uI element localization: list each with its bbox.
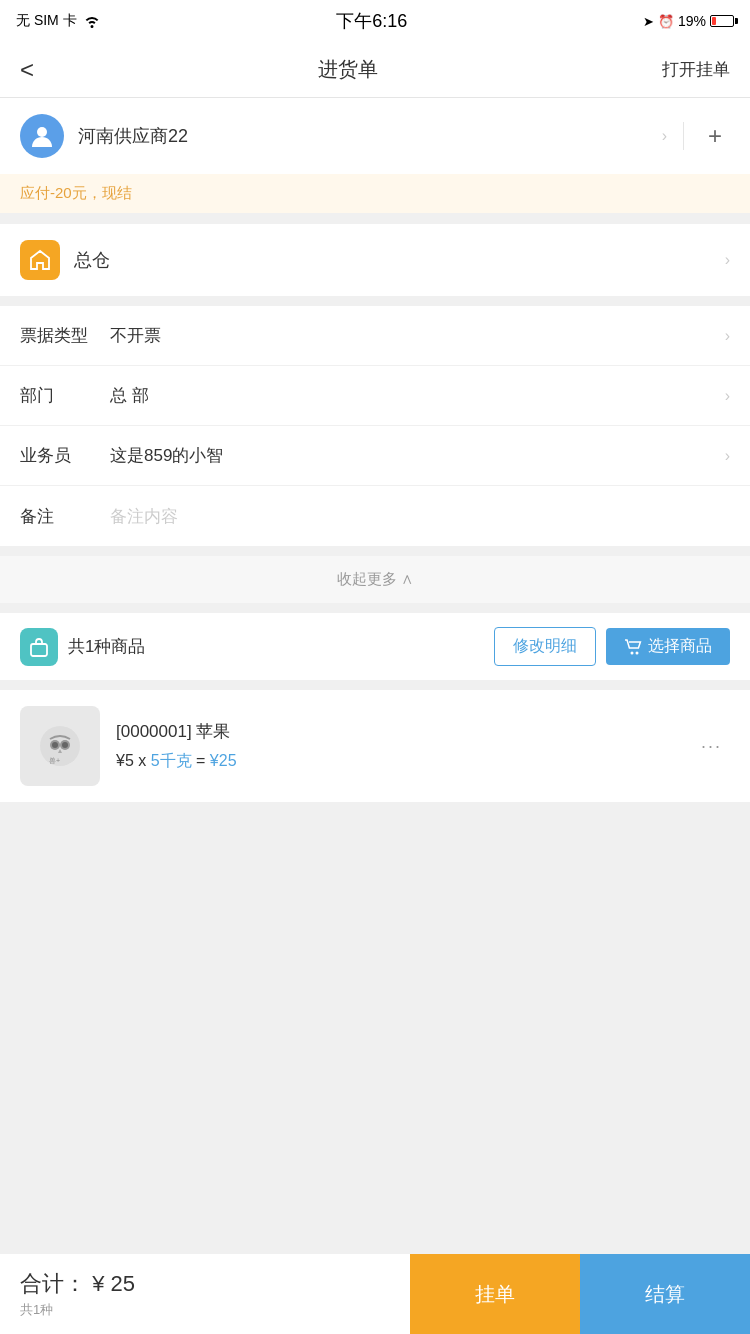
open-hang-button[interactable]: 打开挂单: [662, 58, 730, 81]
supplier-row[interactable]: 河南供应商22 › +: [0, 98, 750, 174]
invoice-value: 不开票: [110, 324, 725, 347]
remark-placeholder[interactable]: 备注内容: [110, 505, 730, 528]
svg-text:兽+: 兽+: [49, 757, 60, 764]
warehouse-row[interactable]: 总仓 ›: [0, 223, 750, 296]
product-more-button[interactable]: ···: [693, 732, 730, 761]
total-amount: 合计： ¥ 25: [20, 1269, 390, 1299]
status-time: 下午6:16: [336, 9, 407, 33]
bottom-spacer: [0, 802, 750, 882]
product-price: ¥5 x 5千克 = ¥25: [116, 751, 677, 772]
svg-point-3: [636, 651, 639, 654]
staff-label: 业务员: [20, 444, 110, 467]
staff-value: 这是859的小智: [110, 444, 725, 467]
select-product-button[interactable]: 选择商品: [606, 628, 730, 665]
staff-row[interactable]: 业务员 这是859的小智 ›: [0, 426, 750, 486]
invoice-label: 票据类型: [20, 324, 110, 347]
supplier-section: 河南供应商22 › + 应付-20元，现结: [0, 98, 750, 213]
remark-label: 备注: [20, 505, 110, 528]
bag-icon: [28, 636, 50, 658]
form-section: 票据类型 不开票 › 部门 总 部 › 业务员 这是859的小智 › 备注 备注…: [0, 306, 750, 546]
status-bar: 无 SIM 卡 下午6:16 ➤ ⏰ 19%: [0, 0, 750, 42]
warehouse-section: 总仓 ›: [0, 223, 750, 296]
product-thumbnail: 兽+: [20, 706, 100, 786]
location-icon: ➤: [643, 14, 654, 29]
remark-row[interactable]: 备注 备注内容: [0, 486, 750, 546]
dept-value: 总 部: [110, 384, 725, 407]
owl-logo: 兽+: [35, 721, 85, 771]
total-section: 合计： ¥ 25 共1种: [0, 1254, 410, 1334]
add-supplier-button[interactable]: +: [700, 118, 730, 154]
notice-bar: 应付-20元，现结: [0, 174, 750, 213]
products-icon: [20, 628, 58, 666]
product-info: [0000001] 苹果 ¥5 x 5千克 = ¥25: [116, 720, 677, 772]
home-icon: [29, 249, 51, 271]
page-title: 进货单: [318, 56, 378, 83]
collapse-bar[interactable]: 收起更多 ∧: [0, 556, 750, 603]
svg-rect-1: [31, 644, 47, 656]
dept-label: 部门: [20, 384, 110, 407]
dept-row[interactable]: 部门 总 部 ›: [0, 366, 750, 426]
warehouse-name: 总仓: [74, 248, 725, 272]
chevron-right-icon: ›: [725, 327, 730, 345]
vertical-divider: [683, 122, 684, 150]
status-carrier: 无 SIM 卡: [16, 12, 101, 30]
edit-detail-button[interactable]: 修改明细: [494, 627, 596, 666]
checkout-button[interactable]: 结算: [580, 1254, 750, 1334]
back-button[interactable]: <: [20, 56, 34, 84]
total-count: 共1种: [20, 1301, 390, 1319]
supplier-name: 河南供应商22: [78, 124, 662, 148]
status-right: ➤ ⏰ 19%: [643, 13, 734, 29]
notice-text: 应付-20元，现结: [20, 184, 132, 201]
products-count: 共1种商品: [68, 635, 484, 658]
bottom-bar: 合计： ¥ 25 共1种 挂单 结算: [0, 1254, 750, 1334]
nav-bar: < 进货单 打开挂单: [0, 42, 750, 98]
chevron-right-icon: ›: [725, 447, 730, 465]
battery-icon: [710, 15, 734, 27]
product-item: 兽+ [0000001] 苹果 ¥5 x 5千克 = ¥25 ···: [0, 690, 750, 802]
warehouse-icon: [20, 240, 60, 280]
alarm-icon: ⏰: [658, 14, 674, 29]
products-section: 共1种商品 修改明细 选择商品: [0, 613, 750, 680]
hang-button[interactable]: 挂单: [410, 1254, 580, 1334]
svg-point-7: [52, 742, 58, 748]
svg-point-0: [37, 127, 47, 137]
cart-icon: [624, 639, 642, 655]
svg-point-2: [631, 651, 634, 654]
chevron-right-icon: ›: [725, 387, 730, 405]
products-header: 共1种商品 修改明细 选择商品: [0, 613, 750, 680]
battery-percent: 19%: [678, 13, 706, 29]
product-name: [0000001] 苹果: [116, 720, 677, 743]
svg-point-8: [62, 742, 68, 748]
wifi-icon: [83, 14, 101, 28]
chevron-right-icon: ›: [725, 251, 730, 269]
invoice-row[interactable]: 票据类型 不开票 ›: [0, 306, 750, 366]
supplier-avatar: [20, 114, 64, 158]
person-icon: [29, 123, 55, 149]
chevron-right-icon: ›: [662, 127, 667, 145]
